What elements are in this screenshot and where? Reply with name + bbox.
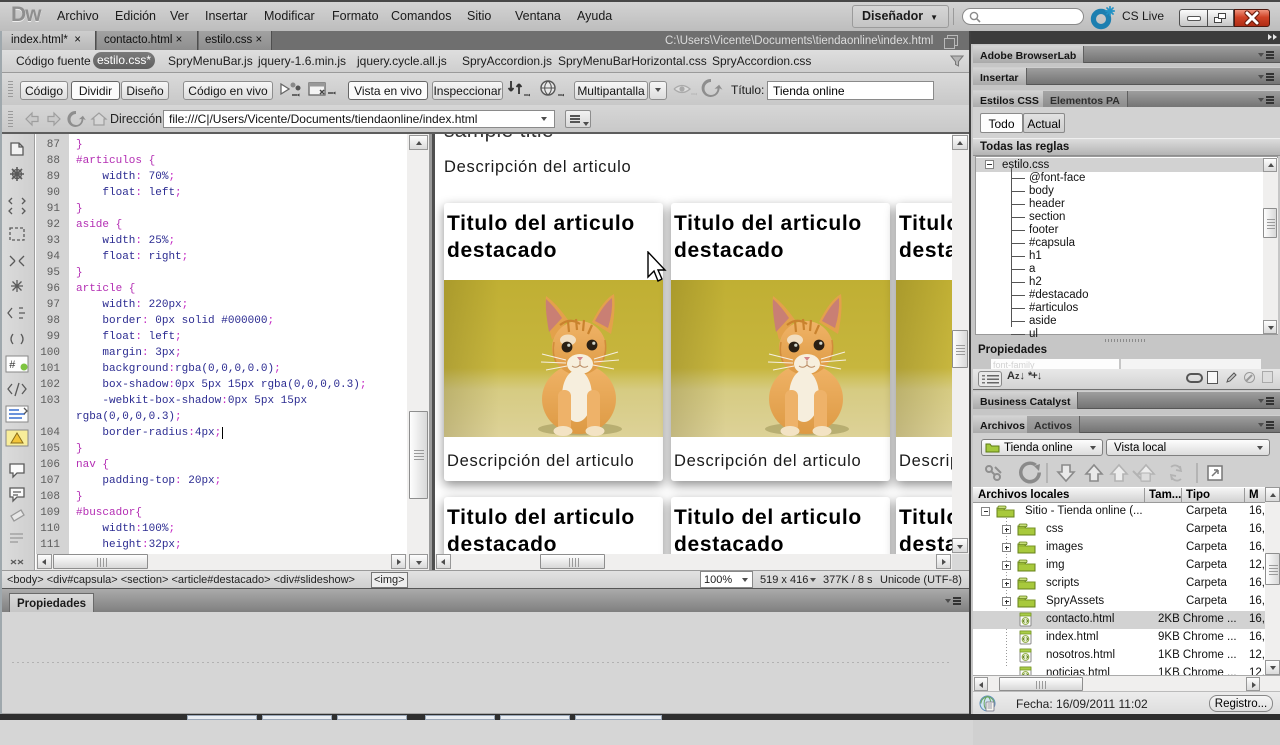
svg-text:#: # — [9, 360, 16, 372]
